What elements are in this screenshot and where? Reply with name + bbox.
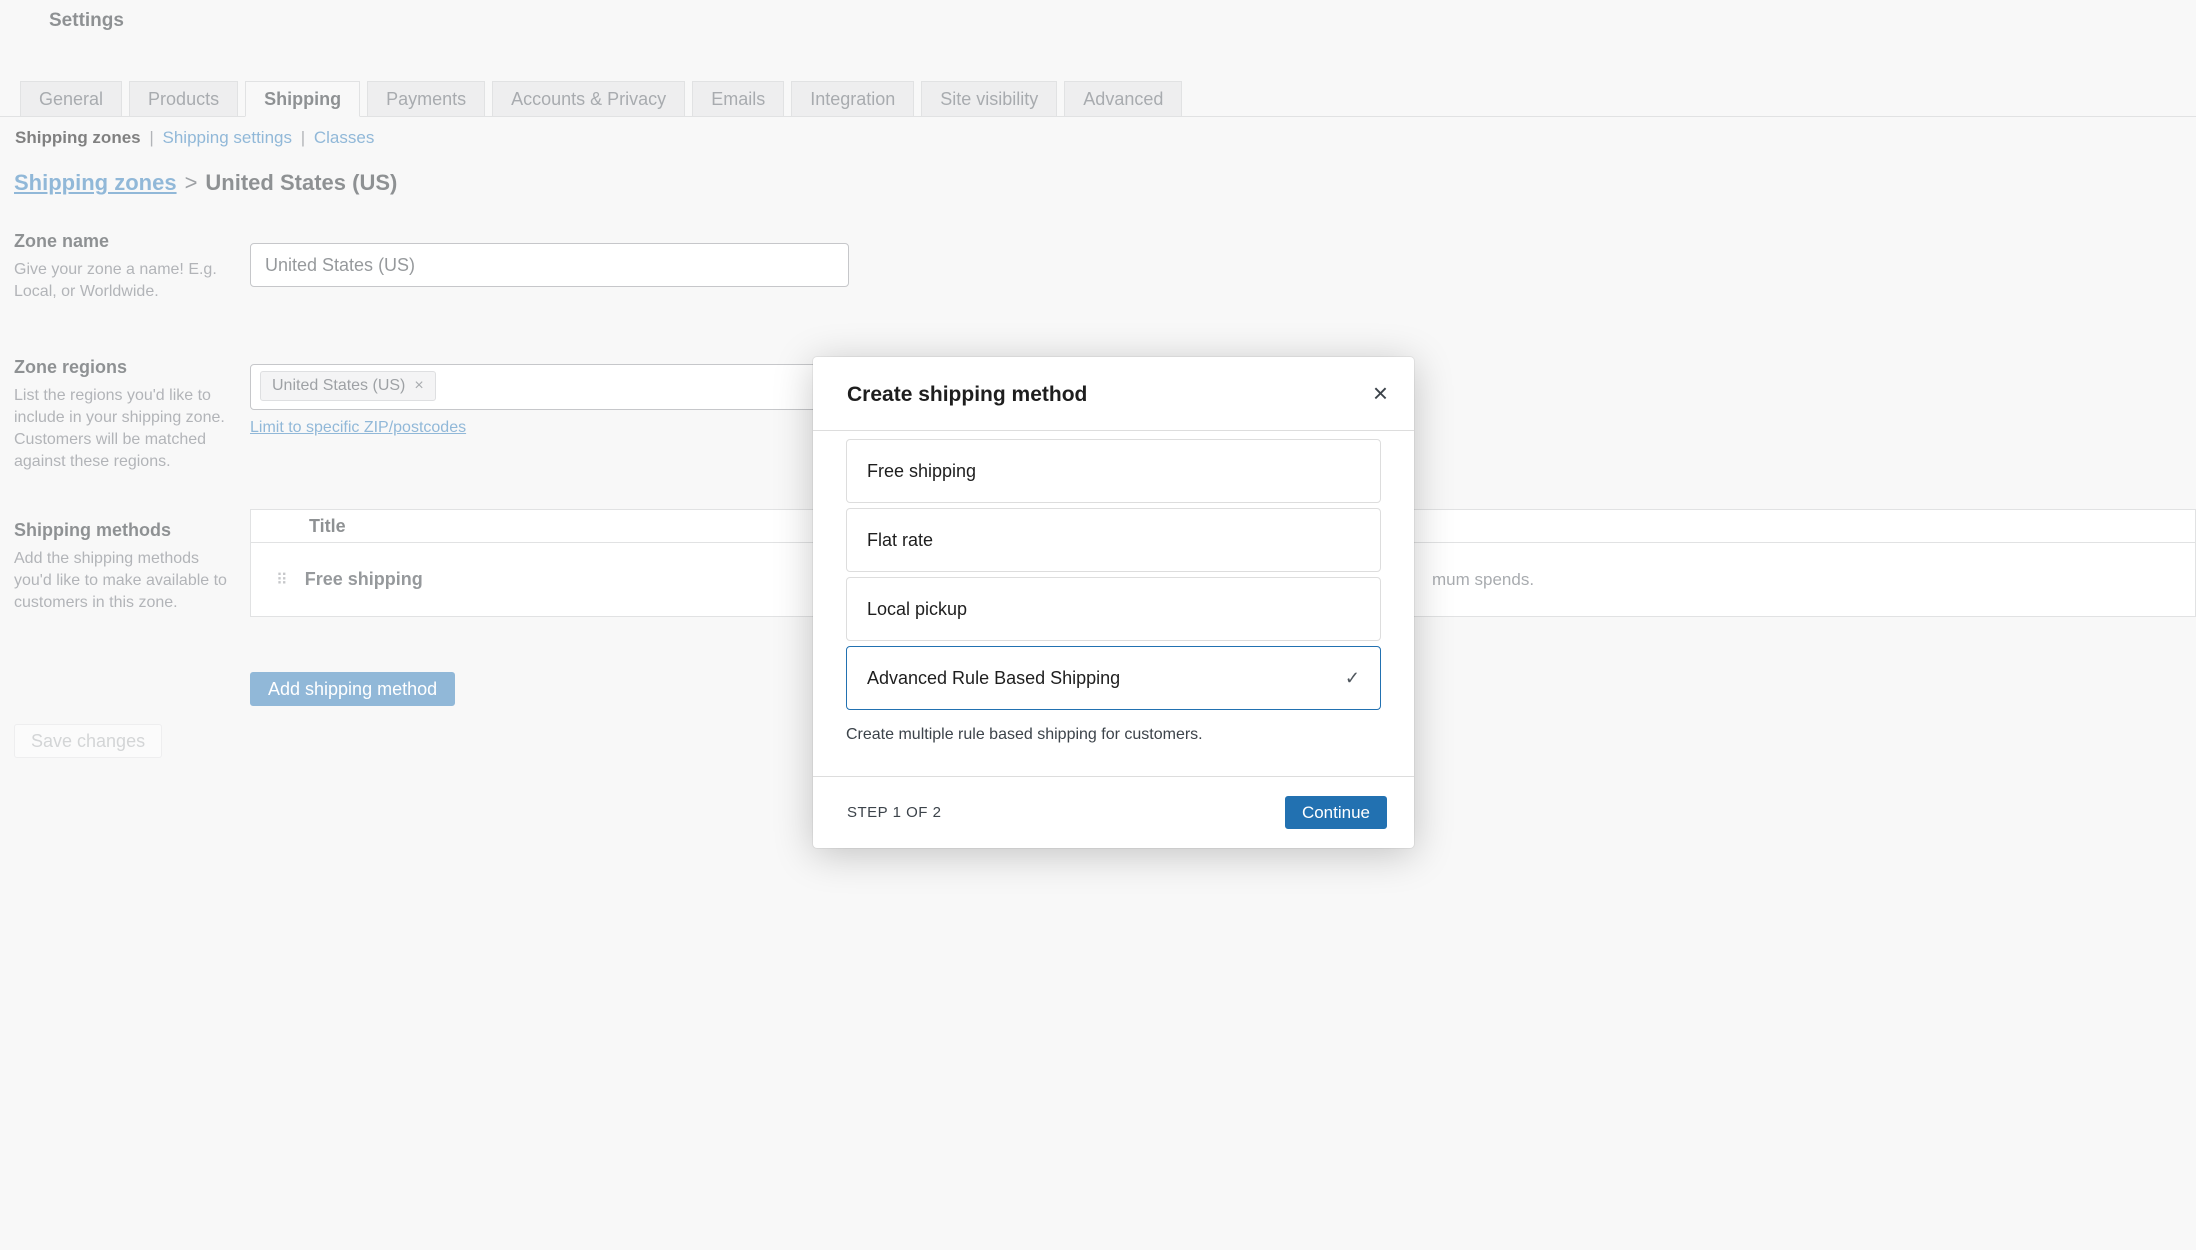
option-free-shipping[interactable]: Free shipping <box>846 439 1381 503</box>
close-icon[interactable]: × <box>1373 380 1388 406</box>
step-indicator: STEP 1 OF 2 <box>847 804 942 821</box>
option-label: Flat rate <box>867 529 934 550</box>
option-local-pickup[interactable]: Local pickup <box>846 577 1381 641</box>
option-label: Local pickup <box>867 598 968 619</box>
option-label: Free shipping <box>867 460 977 481</box>
check-icon: ✓ <box>1344 667 1360 688</box>
modal-title: Create shipping method <box>847 383 1088 406</box>
option-advanced-rule-based-shipping[interactable]: Advanced Rule Based Shipping ✓ <box>846 646 1381 710</box>
selected-option-description: Create multiple rule based shipping for … <box>846 726 1203 743</box>
create-shipping-method-modal: Create shipping method × Free shipping F… <box>813 357 1414 848</box>
continue-button[interactable]: Continue <box>1284 796 1387 829</box>
option-flat-rate[interactable]: Flat rate <box>846 508 1381 572</box>
option-label: Advanced Rule Based Shipping <box>867 667 1121 688</box>
